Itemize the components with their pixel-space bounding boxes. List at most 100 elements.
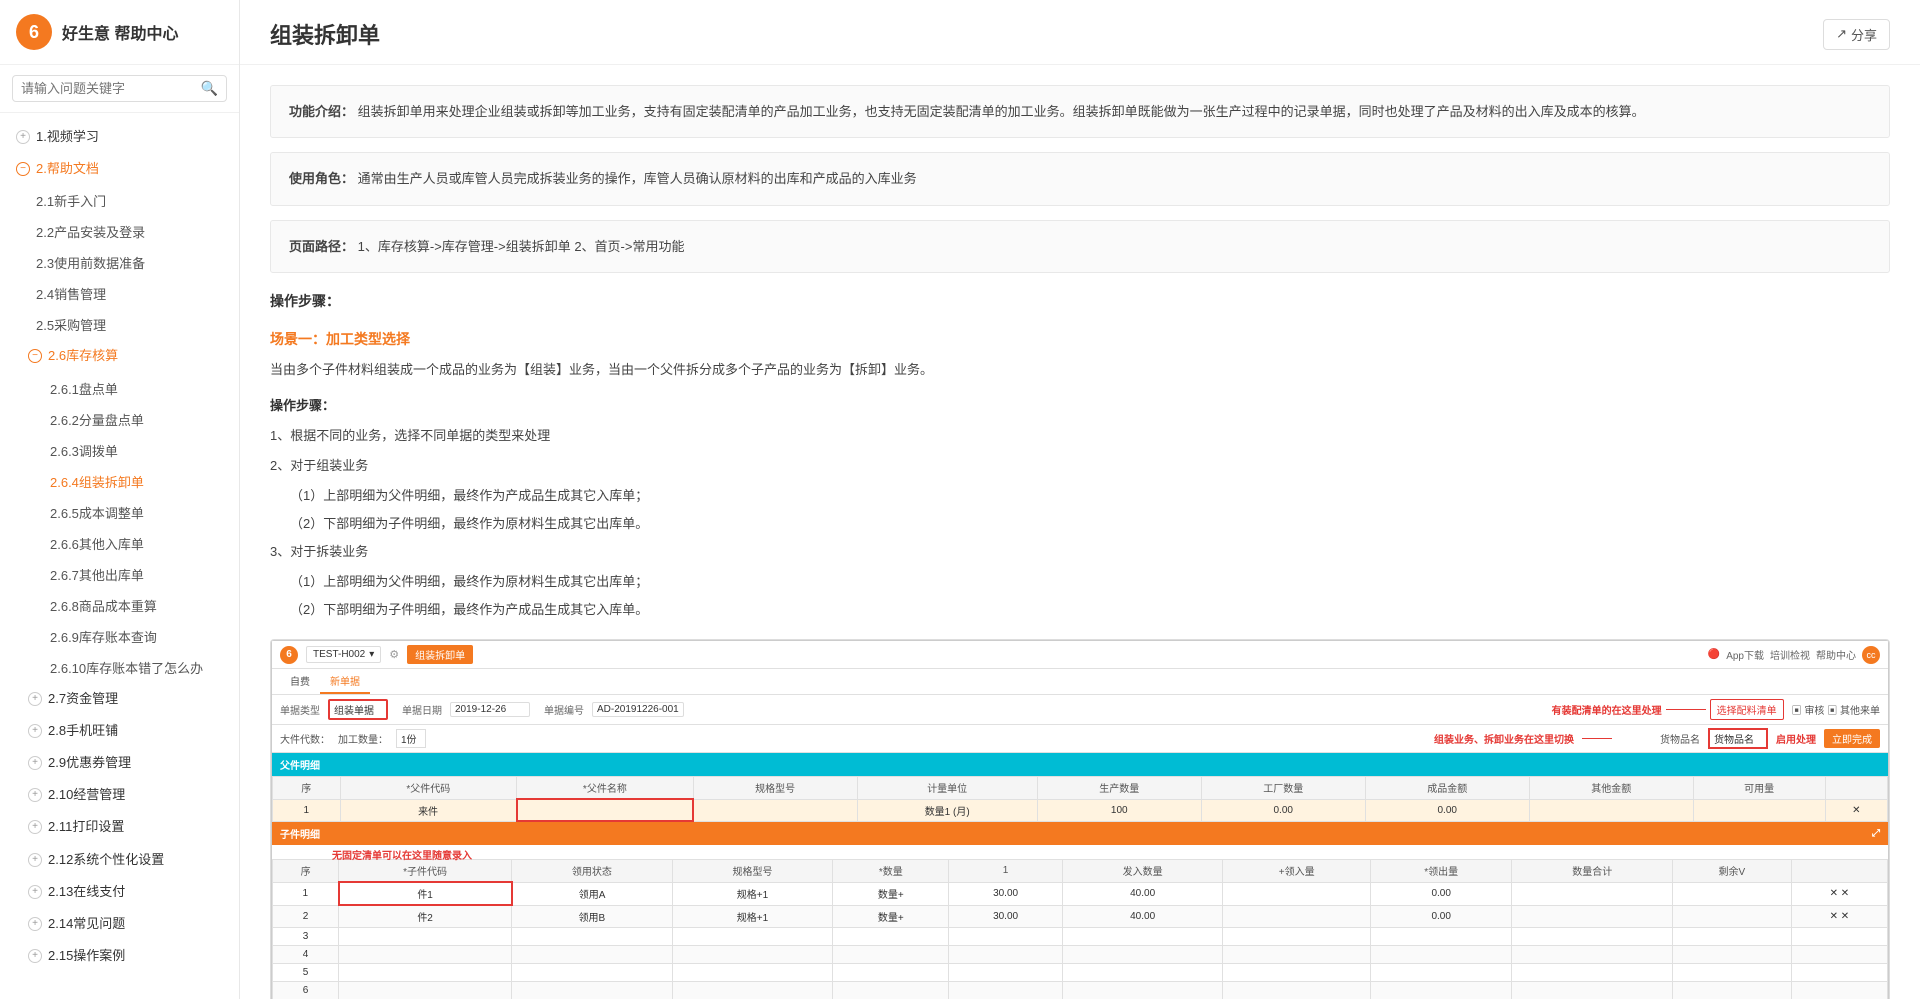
expand-icon: + bbox=[16, 130, 30, 144]
upper-cell-2[interactable] bbox=[517, 799, 694, 821]
upper-cell-10: ✕ bbox=[1825, 799, 1887, 821]
sidebar-item-2-6-9[interactable]: 2.6.9库存账本查询 bbox=[0, 621, 239, 652]
mock-field-date: 单据日期 2019-12-26 bbox=[402, 702, 530, 717]
upper-cell-5: 100 bbox=[1037, 799, 1201, 821]
sidebar-item-2-6-2[interactable]: 2.6.2分量盘点单 bbox=[0, 404, 239, 435]
mock-confirm-btn[interactable]: 立即完成 bbox=[1824, 729, 1880, 748]
mock-date-value[interactable]: 2019-12-26 bbox=[450, 702, 530, 717]
table-row: 6 bbox=[273, 982, 1888, 999]
step2-sub2: （2）下部明细为子件明细，最终作为原材料生成其它出库单。 bbox=[270, 511, 1890, 537]
expand-icon-lower[interactable]: ⤢ bbox=[1872, 828, 1880, 839]
mock-config-btn[interactable]: 选择配料清单 bbox=[1710, 699, 1784, 720]
expand-icon-2-14: + bbox=[28, 917, 42, 931]
sidebar-item-label: 2.14常见问题 bbox=[48, 915, 125, 933]
upper-col-7: 成品金额 bbox=[1365, 777, 1529, 800]
expand-icon-2-12: + bbox=[28, 853, 42, 867]
chevron-icon: ▾ bbox=[369, 649, 374, 660]
search-icon[interactable]: 🔍 bbox=[201, 80, 218, 97]
sidebar-item-2-4[interactable]: 2.4销售管理 bbox=[0, 278, 239, 309]
mock-tab-new[interactable]: 新单据 bbox=[320, 669, 370, 694]
mock-number-label: 单据编号 bbox=[544, 702, 584, 717]
annotation-text-1: 有装配清单的在这里处理 bbox=[1552, 702, 1662, 717]
mock-search-input[interactable]: 货物品名 bbox=[1708, 728, 1768, 749]
upper-cell-3 bbox=[693, 799, 857, 821]
sidebar-item-2-8[interactable]: + 2.8手机旺铺 bbox=[0, 715, 239, 747]
sidebar-item-label: 2.6库存核算 bbox=[48, 347, 118, 365]
nav-tree: + 1.视频学习 − 2.帮助文档 2.1新手入门 2.2产品安装及登录 2.3… bbox=[0, 113, 239, 999]
mock-type-label: 单据类型 bbox=[280, 702, 320, 717]
sidebar-item-2-6-5[interactable]: 2.6.5成本调整单 bbox=[0, 497, 239, 528]
sidebar-item-2-13[interactable]: + 2.13在线支付 bbox=[0, 876, 239, 908]
expand-icon-2-7: + bbox=[28, 692, 42, 706]
mock-new-order-btn[interactable]: 组装拆卸单 bbox=[407, 645, 473, 664]
sidebar-item-2-6-1[interactable]: 2.6.1盘点单 bbox=[0, 373, 239, 404]
sidebar-item-label: 2.15操作案例 bbox=[48, 947, 125, 965]
collapse-icon-2-6: − bbox=[28, 349, 42, 363]
main-content-area: 组装拆卸单 ↗ 分享 功能介绍： 组装拆卸单用来处理企业组装或拆卸等加工业务，支… bbox=[240, 0, 1920, 999]
table-row: 5 bbox=[273, 964, 1888, 982]
sidebar-item-2-11[interactable]: + 2.11打印设置 bbox=[0, 811, 239, 843]
lower-col-0: 序 bbox=[273, 860, 339, 883]
func-intro-label: 功能介绍： bbox=[289, 104, 354, 119]
mock-type-value[interactable]: 组装单据 bbox=[328, 699, 388, 720]
sidebar-item-2-7[interactable]: + 2.7资金管理 bbox=[0, 683, 239, 715]
upper-col-0: 序 bbox=[273, 777, 341, 800]
sidebar-item-2-9[interactable]: + 2.9优惠券管理 bbox=[0, 747, 239, 779]
sidebar-item-2-14[interactable]: + 2.14常见问题 bbox=[0, 908, 239, 940]
upper-col-1: *父件代码 bbox=[340, 777, 517, 800]
lower-col-1: *子件代码 bbox=[339, 860, 512, 883]
sidebar-item-label: 2.12系统个性化设置 bbox=[48, 851, 164, 869]
sidebar-item-2-3[interactable]: 2.3使用前数据准备 bbox=[0, 247, 239, 278]
sidebar-item-2-12[interactable]: + 2.12系统个性化设置 bbox=[0, 844, 239, 876]
sidebar-item-2-10[interactable]: + 2.10经营管理 bbox=[0, 779, 239, 811]
sidebar-item-2-6-7[interactable]: 2.6.7其他出库单 bbox=[0, 559, 239, 590]
sidebar-item-2-6-10[interactable]: 2.6.10库存账本错了怎么办 bbox=[0, 652, 239, 683]
lower-col-7: +领入量 bbox=[1223, 860, 1371, 883]
mock-number-value[interactable]: AD-20191226-001 bbox=[592, 702, 684, 717]
sidebar-item-2-6-8[interactable]: 2.6.8商品成本重算 bbox=[0, 590, 239, 621]
path-label: 页面路径： bbox=[289, 239, 354, 254]
sidebar-item-2-6-6[interactable]: 2.6.6其他入库单 bbox=[0, 528, 239, 559]
sidebar-item-2-6[interactable]: − 2.6库存核算 bbox=[0, 340, 239, 372]
mock-org-label: TEST-H002 bbox=[313, 649, 365, 660]
mock-org-select[interactable]: TEST-H002 ▾ bbox=[306, 646, 381, 663]
sidebar-item-help[interactable]: − 2.帮助文档 bbox=[0, 153, 239, 185]
mock-topbar: 6 TEST-H002 ▾ ⚙ 组装拆卸单 🔴 App下载 培训检视 bbox=[272, 641, 1888, 669]
table-row: 1 来件 数量1 (月) 100 0.00 0.00 ✕ bbox=[273, 799, 1888, 821]
lower-col-9: 数量合计 bbox=[1512, 860, 1673, 883]
mock-action-btn: ▣ 审核 ▣ 其他来单 bbox=[1792, 702, 1880, 717]
expand-icon-2-9: + bbox=[28, 756, 42, 770]
mock-topbar-left: 6 TEST-H002 ▾ ⚙ 组装拆卸单 bbox=[280, 645, 473, 664]
mock-field-number: 单据编号 AD-20191226-001 bbox=[544, 702, 684, 717]
table-row: 2 件2 领用B 规格+1 数量+ 30.00 40.00 0.00 bbox=[273, 905, 1888, 928]
sidebar-item-2-15[interactable]: + 2.15操作案例 bbox=[0, 940, 239, 972]
mock-lower-table: 序 *子件代码 领用状态 规格型号 *数量 1 发入数量 +领入量 *领出量 数… bbox=[272, 859, 1888, 999]
mock-upper-section: 父件明细 bbox=[272, 753, 1888, 776]
step1: 1、根据不同的业务，选择不同单据的类型来处理 bbox=[270, 423, 1890, 449]
sidebar-item-2-6-4[interactable]: 2.6.4组装拆卸单 bbox=[0, 466, 239, 497]
mock-nav-help: 帮助中心 bbox=[1816, 647, 1856, 662]
sidebar: 6 好生意 帮助中心 🔍 + 1.视频学习 − 2.帮助文档 2.1新手入门 2… bbox=[0, 0, 240, 999]
share-button[interactable]: ↗ 分享 bbox=[1823, 19, 1890, 50]
sidebar-item-video[interactable]: + 1.视频学习 bbox=[0, 121, 239, 153]
logo-icon: 6 bbox=[16, 14, 52, 50]
search-input[interactable] bbox=[21, 81, 201, 96]
mock-search-label: 货物品名 bbox=[1660, 731, 1700, 746]
upper-cell-6: 0.00 bbox=[1201, 799, 1365, 821]
sidebar-item-2-5[interactable]: 2.5采购管理 bbox=[0, 309, 239, 340]
ops-steps: 操作步骤： 场景一：加工类型选择 当由多个子件材料组装成一个成品的业务为【组装】… bbox=[270, 287, 1890, 623]
sidebar-item-2-1[interactable]: 2.1新手入门 bbox=[0, 185, 239, 216]
upper-col-5: 生产数量 bbox=[1037, 777, 1201, 800]
step2: 2、对于组装业务 bbox=[270, 453, 1890, 479]
sidebar-item-2-2[interactable]: 2.2产品安装及登录 bbox=[0, 216, 239, 247]
sidebar-item-label: 1.视频学习 bbox=[36, 128, 99, 146]
lower-col-3: 规格型号 bbox=[672, 860, 833, 883]
upper-col-6: 工厂数量 bbox=[1201, 777, 1365, 800]
mock-qty-input[interactable]: 1份 bbox=[396, 729, 426, 748]
upper-col-3: 规格型号 bbox=[693, 777, 857, 800]
upper-col-8: 其他金额 bbox=[1529, 777, 1693, 800]
sidebar-item-2-6-3[interactable]: 2.6.3调拨单 bbox=[0, 435, 239, 466]
screenshot-wrapper: 6 TEST-H002 ▾ ⚙ 组装拆卸单 🔴 App下载 培训检视 bbox=[270, 639, 1890, 999]
mock-tab-self[interactable]: 自费 bbox=[280, 669, 320, 694]
table-row: 3 bbox=[273, 928, 1888, 946]
